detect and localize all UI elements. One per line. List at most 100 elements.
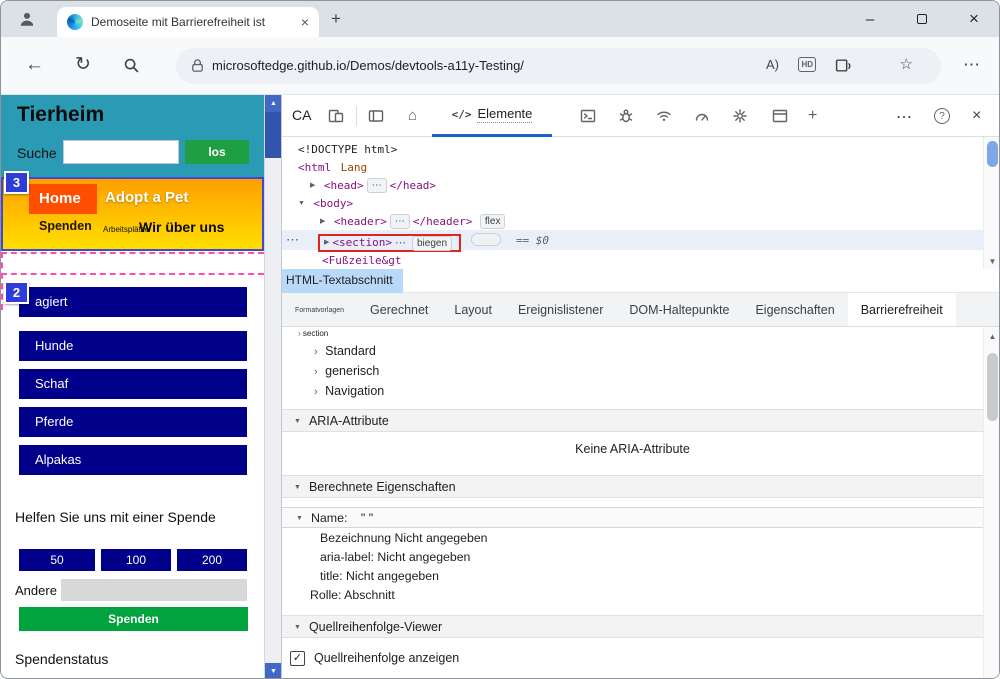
- source-order-badge-2: 2: [4, 281, 29, 304]
- tab-close-icon[interactable]: ×: [301, 14, 309, 30]
- a11y-tree-item-standard[interactable]: › Standard: [314, 344, 376, 358]
- biegen-badge[interactable]: biegen: [412, 236, 452, 251]
- device-audio-icon[interactable]: [835, 57, 852, 74]
- tab-dom-breakpoints[interactable]: DOM-Haltepunkte: [616, 293, 742, 326]
- device-emulation-icon[interactable]: [328, 108, 344, 124]
- computed-section-header[interactable]: ▼Berechnete Eigenschaften: [282, 475, 983, 498]
- tab-title: Demoseite mit Barrierefreiheit ist: [91, 15, 293, 29]
- donate-button[interactable]: Spenden: [19, 607, 248, 631]
- list-item-4[interactable]: Pferde: [19, 407, 247, 437]
- name-property-row[interactable]: ▼Name: " ": [282, 507, 983, 528]
- flex-badge[interactable]: flex: [480, 214, 506, 229]
- devtools-help-icon[interactable]: ?: [934, 108, 950, 124]
- a11y-tree-item-generic[interactable]: › generisch: [314, 364, 379, 378]
- twisty-icon[interactable]: ▶: [310, 182, 315, 189]
- nav-spenden-link[interactable]: Spenden: [39, 219, 92, 233]
- list-item-3[interactable]: Schaf: [19, 369, 247, 399]
- main-nav: Home Adopt a Pet Spenden Arbeitsplätze W…: [1, 177, 264, 251]
- performance-icon[interactable]: [694, 108, 710, 124]
- amount-200-button[interactable]: 200: [177, 549, 247, 571]
- back-button[interactable]: ←: [25, 54, 44, 76]
- dom-line-html[interactable]: <html Lang: [282, 158, 983, 176]
- search-input[interactable]: [63, 140, 179, 164]
- ellipsis-badge[interactable]: ⋯: [367, 178, 387, 193]
- breadcrumb-item[interactable]: HTML-Textabschnitt: [282, 269, 403, 293]
- tab-properties[interactable]: Eigenschaften: [742, 293, 847, 326]
- nav-about-link[interactable]: Wir über uns: [139, 219, 224, 235]
- a11y-scroll-thumb[interactable]: [987, 353, 998, 421]
- nav-adopt-link[interactable]: Adopt a Pet: [105, 189, 188, 206]
- close-window-button[interactable]: ×: [951, 1, 997, 37]
- page-scrollbar[interactable]: ▲ ▼: [264, 95, 281, 679]
- list-item-5[interactable]: Alpakas: [19, 445, 247, 475]
- url-text: microsoftedge.github.io/Demos/devtools-a…: [212, 58, 524, 73]
- browser-tab[interactable]: Demoseite mit Barrierefreiheit ist ×: [57, 7, 319, 37]
- refresh-button[interactable]: ↻: [75, 54, 91, 76]
- dom-line-head[interactable]: ▶ <head>⋯</head>: [282, 176, 983, 194]
- console-icon[interactable]: [580, 108, 596, 124]
- twisty-icon[interactable]: ▶: [320, 218, 325, 225]
- list-item-2[interactable]: Hunde: [19, 331, 247, 361]
- scroll-down-button[interactable]: ▼: [265, 663, 282, 679]
- dom-line-doctype[interactable]: <!DOCTYPE html>: [282, 140, 983, 158]
- minimize-button[interactable]: –: [847, 1, 893, 37]
- source-order-edge: [1, 252, 3, 310]
- nav-home-link[interactable]: Home: [29, 184, 97, 214]
- tab-elements[interactable]: </> Elemente: [432, 95, 552, 137]
- a11y-scroll-up-icon[interactable]: ▲: [984, 332, 1000, 341]
- a11y-tree-item-section[interactable]: › section: [298, 329, 328, 338]
- devtools-more-icon[interactable]: ⋯: [896, 107, 912, 127]
- twisty-icon[interactable]: ▶: [324, 233, 329, 253]
- twisty-icon: ▼: [294, 624, 301, 631]
- debug-bug-icon[interactable]: [618, 108, 634, 124]
- tab-styles[interactable]: Formatvorlagen: [282, 293, 357, 326]
- dom-scroll-down-icon[interactable]: ▼: [984, 257, 1000, 266]
- amount-100-button[interactable]: 100: [101, 549, 171, 571]
- maximize-button[interactable]: [899, 1, 945, 37]
- hd-icon[interactable]: HD: [798, 57, 816, 72]
- person-icon: [18, 10, 36, 28]
- dom-scroll-thumb[interactable]: [987, 141, 998, 167]
- go-button[interactable]: los: [185, 140, 249, 164]
- a11y-scrollbar[interactable]: ▲: [983, 327, 1000, 679]
- other-amount-input[interactable]: [61, 579, 247, 601]
- dom-scrollbar[interactable]: ▼: [983, 137, 1000, 269]
- list-item-1[interactable]: agiert: [19, 287, 247, 317]
- tab-computed[interactable]: Gerechnet: [357, 293, 441, 326]
- aria-section-header[interactable]: ▼ARIA-Attribute: [282, 409, 983, 432]
- source-order-divider: [1, 273, 264, 275]
- add-panel-icon[interactable]: +: [808, 107, 817, 125]
- network-icon[interactable]: [656, 108, 672, 124]
- dom-line-header[interactable]: ▶ <header>⋯</header> flex: [282, 212, 983, 230]
- panel-layout-icon[interactable]: [368, 108, 384, 124]
- tab-accessibility[interactable]: Barrierefreiheit: [848, 293, 956, 326]
- memory-gear-icon[interactable]: [732, 108, 748, 124]
- dom-line-body[interactable]: ▼ <body>: [282, 194, 983, 212]
- tab-layout[interactable]: Layout: [441, 293, 505, 326]
- donation-status-label: Spendenstatus: [15, 651, 108, 667]
- scroll-up-button[interactable]: ▲: [265, 95, 282, 112]
- dom-line-section-selected[interactable]: ⋯ ▶<section>⋯biegen == $0: [282, 230, 983, 250]
- tab-event-listeners[interactable]: Ereignislistener: [505, 293, 616, 326]
- page-header: Tierheim Suche los: [1, 95, 264, 177]
- amount-50-button[interactable]: 50: [19, 549, 95, 571]
- browser-more-button[interactable]: ⋯: [963, 54, 980, 76]
- read-aloud-icon[interactable]: A): [766, 57, 779, 72]
- application-icon[interactable]: [772, 108, 788, 124]
- row-actions-icon[interactable]: ⋯: [286, 230, 299, 250]
- a11y-tree-item-navigation[interactable]: › Navigation: [314, 384, 384, 398]
- dom-line-footer[interactable]: <Fußzeile&gt: [282, 251, 983, 269]
- new-tab-button[interactable]: +: [331, 9, 341, 29]
- favorites-star-icon[interactable]: ☆: [900, 55, 913, 73]
- ellipsis-badge[interactable]: ⋯: [390, 214, 410, 229]
- search-icon[interactable]: [123, 57, 140, 74]
- source-order-section-header[interactable]: ▼Quellreihenfolge-Viewer: [282, 615, 983, 638]
- source-order-checkbox[interactable]: ✓: [290, 651, 305, 666]
- search-label: Suche: [17, 145, 57, 161]
- welcome-home-tab[interactable]: ⌂: [408, 107, 417, 124]
- profile-button[interactable]: [13, 7, 41, 31]
- url-bar[interactable]: microsoftedge.github.io/Demos/devtools-a…: [176, 48, 941, 84]
- devtools-close-icon[interactable]: ×: [972, 107, 981, 125]
- twisty-icon[interactable]: ▼: [298, 200, 305, 207]
- scroll-thumb[interactable]: [265, 112, 282, 158]
